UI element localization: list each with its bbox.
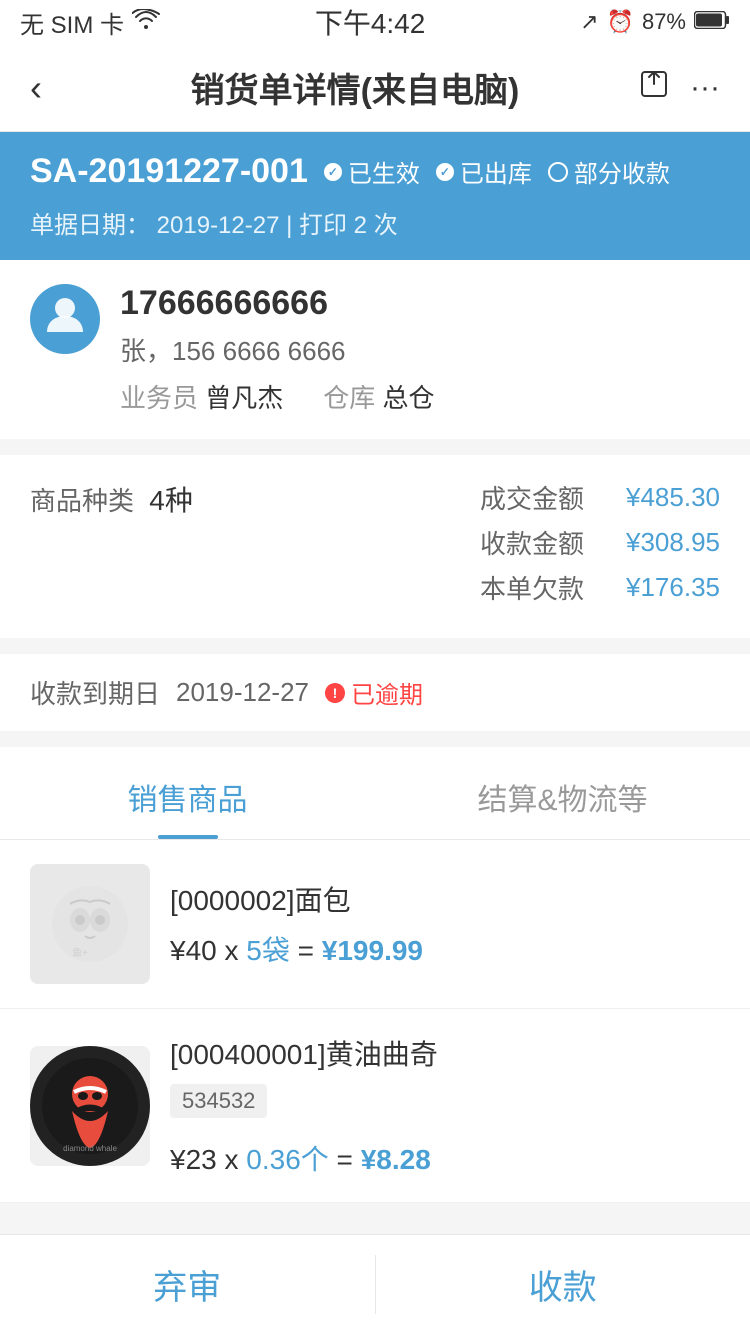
cancel-button[interactable]: 弃审: [0, 1235, 375, 1334]
customer-name-phone: 张，156 6666 6666: [120, 331, 720, 368]
trading-label: 成交金额: [480, 479, 584, 516]
customer-info: 17666666666 张，156 6666 6666 业务员 曾凡杰 仓库 总…: [120, 284, 720, 415]
product-type-info: 商品种类 4种: [30, 479, 193, 519]
battery-level: 87%: [642, 9, 686, 35]
tabs-section: 销售商品 结算&物流等: [0, 747, 750, 840]
product-info-1: [0000002]面包 ¥40 x 5袋 = ¥199.99: [170, 879, 720, 969]
product-type-count: 4种: [149, 485, 193, 516]
tab-settlement-logistics[interactable]: 结算&物流等: [375, 747, 750, 839]
alarm-icon: ⏰: [607, 9, 634, 35]
user-icon: [43, 292, 87, 346]
status-shipped: 已出库: [436, 154, 532, 189]
product-name-1: [0000002]面包: [170, 879, 720, 919]
salesman-label: 业务员: [120, 383, 198, 413]
svg-text:diamond whale: diamond whale: [63, 1144, 117, 1153]
product-name-2: [000400001]黄油曲奇: [170, 1033, 720, 1073]
warehouse-label: 仓库: [323, 383, 375, 413]
product-item: diamond whale [000400001]黄油曲奇 534532 ¥23…: [0, 1009, 750, 1203]
svg-text:鱼+: 鱼+: [72, 946, 88, 959]
trading-amount: 成交金额 ¥485.30: [480, 479, 720, 516]
order-date: 单据日期： 2019-12-27 | 打印 2 次: [30, 205, 720, 240]
due-date-label: 收款到期日: [30, 674, 160, 711]
trading-value: ¥485.30: [600, 482, 720, 513]
bottom-bar: 弃审 收款: [0, 1234, 750, 1334]
tab-sales-products[interactable]: 销售商品: [0, 747, 375, 839]
warehouse-info: 仓库 总仓: [323, 378, 434, 415]
salesman-value: 曾凡杰: [205, 383, 283, 413]
product-sku-2: 534532: [170, 1084, 267, 1118]
product-item: 鱼+ [0000002]面包 ¥40 x 5袋 = ¥199.99: [0, 840, 750, 1009]
warehouse-value: 总仓: [383, 383, 435, 413]
share-icon[interactable]: [638, 68, 670, 108]
product-price-2: ¥23 x 0.36个 = ¥8.28: [170, 1138, 720, 1178]
product-list: 鱼+ [0000002]面包 ¥40 x 5袋 = ¥199.99: [0, 840, 750, 1203]
due-date-value: 2019-12-27: [176, 677, 309, 708]
salesman-info: 业务员 曾凡杰: [120, 378, 283, 415]
status-partial-payment: 部分收款: [548, 154, 670, 189]
debt-value: ¥176.35: [600, 572, 720, 603]
financial-stats: 成交金额 ¥485.30 收款金额 ¥308.95 本单欠款 ¥176.35: [480, 479, 720, 614]
product-info-2: [000400001]黄油曲奇 534532 ¥23 x 0.36个 = ¥8.…: [170, 1033, 720, 1178]
page-title: 销货单详情(来自电脑): [90, 63, 620, 112]
clock-icon: [548, 162, 568, 182]
check-icon-2: [436, 163, 454, 181]
received-value: ¥308.95: [600, 527, 720, 558]
received-label: 收款金额: [480, 524, 584, 561]
status-time: 下午4:42: [315, 2, 426, 42]
back-button[interactable]: ‹: [30, 67, 90, 109]
overdue-text: 已逾期: [351, 675, 423, 710]
debt-amount: 本单欠款 ¥176.35: [480, 569, 720, 606]
battery-icon: [694, 9, 730, 35]
product-price-1: ¥40 x 5袋 = ¥199.99: [170, 929, 720, 969]
customer-meta: 业务员 曾凡杰 仓库 总仓: [120, 378, 720, 415]
order-header: SA-20191227-001 已生效 已出库 部分收款 单据日期： 2019-…: [0, 132, 750, 260]
stats-section: 商品种类 4种 成交金额 ¥485.30 收款金额 ¥308.95 本单欠款 ¥…: [0, 455, 750, 638]
customer-section: 17666666666 张，156 6666 6666 业务员 曾凡杰 仓库 总…: [0, 260, 750, 439]
order-id: SA-20191227-001: [30, 152, 308, 191]
sim-status: 无 SIM 卡: [20, 5, 124, 40]
avatar: [30, 284, 100, 354]
confirm-button[interactable]: 收款: [376, 1235, 750, 1334]
check-icon-1: [324, 163, 342, 181]
status-bar-left: 无 SIM 卡: [20, 5, 160, 40]
due-date-section: 收款到期日 2019-12-27 ! 已逾期: [0, 654, 750, 731]
nav-actions: ···: [620, 68, 720, 108]
product-thumbnail-2: diamond whale: [30, 1046, 150, 1166]
product-thumbnail-1: 鱼+: [30, 864, 150, 984]
nav-bar: ‹ 销货单详情(来自电脑) ···: [0, 44, 750, 132]
overdue-badge: ! 已逾期: [325, 675, 423, 710]
overdue-icon: !: [325, 683, 345, 703]
product-type-label: 商品种类: [30, 486, 134, 516]
more-icon[interactable]: ···: [690, 71, 720, 105]
customer-id: 17666666666: [120, 284, 720, 323]
received-amount: 收款金额 ¥308.95: [480, 524, 720, 561]
status-bar-right: ↗ ⏰ 87%: [580, 9, 730, 35]
status-activated: 已生效: [324, 154, 420, 189]
status-bar: 无 SIM 卡 下午4:42 ↗ ⏰ 87%: [0, 0, 750, 44]
debt-label: 本单欠款: [480, 569, 584, 606]
location-icon: ↗: [580, 9, 598, 35]
wifi-icon: [132, 8, 160, 36]
